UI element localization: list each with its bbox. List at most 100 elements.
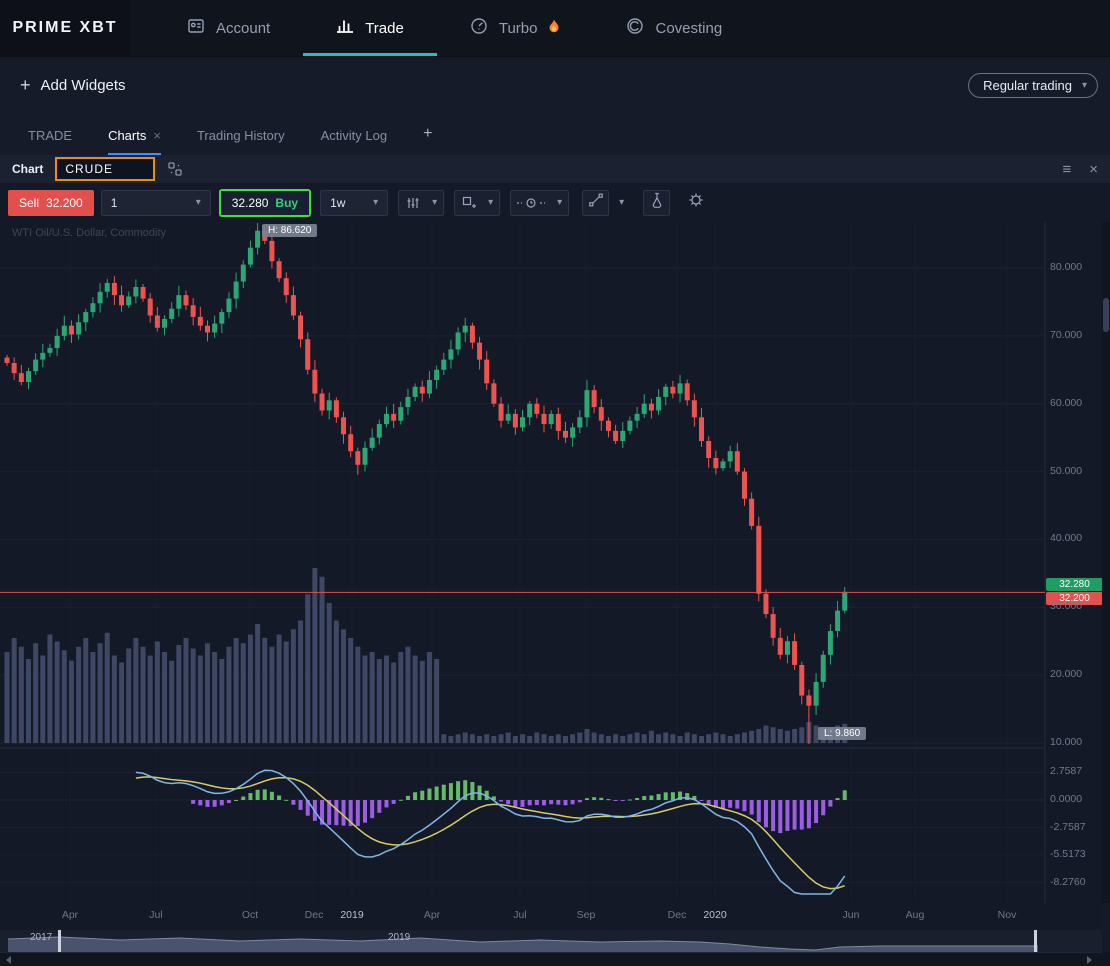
panel-title: Chart <box>12 162 44 176</box>
macd-line <box>135 769 846 895</box>
vertical-scrollbar[interactable] <box>1102 222 1110 903</box>
tab-label: TRADE <box>28 128 73 143</box>
horizontal-scrollbar[interactable] <box>0 952 1102 966</box>
indicators-dropdown[interactable]: ▾ <box>398 189 445 216</box>
turbo-icon <box>470 17 488 39</box>
gear-icon <box>688 192 704 213</box>
quantity-value: 1 <box>110 195 118 210</box>
tab-label: Activity Log <box>320 128 388 143</box>
volume-layer <box>4 568 848 743</box>
chevron-down-icon: ▾ <box>557 197 563 208</box>
buy-price: 32.280 <box>231 195 269 210</box>
x-axis-label: Nov <box>997 909 1017 921</box>
chevron-down-icon: ▾ <box>488 197 494 208</box>
navigator-left-handle[interactable] <box>58 930 61 952</box>
nav-item-label: Account <box>216 19 271 37</box>
tab-label: Charts <box>108 128 147 143</box>
covesting-icon <box>626 17 644 39</box>
flame-icon <box>548 19 560 38</box>
timeframe-value: 1w <box>330 195 346 210</box>
workspace-tabs: TRADE Charts × Trading History Activity … <box>0 113 1110 155</box>
x-axis-label: 2020 <box>703 909 727 921</box>
nav-item-label: Turbo <box>498 19 538 37</box>
x-axis-label: Dec <box>304 909 324 921</box>
x-axis-label: Jul <box>149 909 163 921</box>
primexbt-app: PRIME XBT Account Trade Turbo Covesting … <box>0 0 1110 966</box>
scroll-left-icon[interactable] <box>6 956 11 964</box>
chart-style-dropdown[interactable]: ▾ <box>454 189 501 216</box>
scrollbar-corner <box>1102 952 1110 966</box>
chevron-down-icon: ▾ <box>432 197 438 208</box>
buy-button[interactable]: 32.280 Buy <box>220 190 310 215</box>
add-widgets-label: Add Widgets <box>40 76 126 94</box>
nav-items: Account Trade Turbo Covesting <box>154 0 755 56</box>
alembic-icon <box>649 192 665 213</box>
range-navigator[interactable]: 2017 2019 <box>0 930 1102 952</box>
chart-panel-header: Chart ≡ × <box>0 155 1110 183</box>
drawing-tools-button[interactable] <box>582 189 610 216</box>
tab-trading-history[interactable]: Trading History <box>197 128 285 155</box>
scroll-right-icon[interactable] <box>1087 956 1092 964</box>
drawing-tools-dropdown[interactable]: ▾ <box>613 190 630 216</box>
close-icon[interactable]: × <box>1089 162 1098 177</box>
trading-mode-select[interactable]: Regular trading ▾ <box>968 72 1098 98</box>
top-nav: PRIME XBT Account Trade Turbo Covesting <box>0 0 1110 57</box>
widgets-row: + Add Widgets Regular trading ▾ <box>0 57 1110 113</box>
trade-icon <box>336 17 354 39</box>
buy-label: Buy <box>275 195 299 210</box>
tab-trade[interactable]: TRADE <box>28 128 72 155</box>
symbol-input-highlight <box>55 157 156 181</box>
nav-item-trade[interactable]: Trade <box>303 0 437 56</box>
nav-item-turbo[interactable]: Turbo <box>437 0 594 56</box>
menu-icon[interactable]: ≡ <box>1062 162 1071 177</box>
primexbt-logo[interactable]: PRIME XBT <box>0 0 130 56</box>
symbol-link-icon[interactable] <box>167 161 183 177</box>
panel-header-actions: ≡ × <box>1062 162 1098 177</box>
tab-label: Trading History <box>196 128 285 143</box>
quantity-select[interactable]: 1 ▾ <box>100 189 211 216</box>
vertical-scroll-thumb[interactable] <box>1103 298 1109 332</box>
account-icon <box>187 17 205 39</box>
x-axis-label: Sep <box>576 909 596 921</box>
navigator-year-label: 2019 <box>388 932 411 943</box>
add-widgets-button[interactable]: + Add Widgets <box>20 75 126 96</box>
chevron-down-icon: ▾ <box>195 197 201 208</box>
x-axis-label: Apr <box>423 909 441 921</box>
alerts-button[interactable] <box>643 189 671 216</box>
countdown-dropdown[interactable]: ▾ <box>510 189 570 216</box>
x-axis-label: Apr <box>61 909 79 921</box>
nav-item-label: Trade <box>365 19 404 37</box>
close-icon[interactable]: × <box>153 128 161 143</box>
tab-activity-log[interactable]: Activity Log <box>321 128 387 155</box>
trend-line-icon <box>588 192 604 213</box>
plus-icon: + <box>20 74 31 95</box>
nav-item-label: Covesting <box>655 19 723 37</box>
timeframe-select[interactable]: 1w ▾ <box>320 189 389 216</box>
add-tab-button[interactable]: + <box>423 125 432 155</box>
nav-item-account[interactable]: Account <box>154 0 303 56</box>
settings-button[interactable] <box>682 190 709 216</box>
symbol-input[interactable] <box>57 159 154 179</box>
chart-style-icon <box>455 195 482 211</box>
sell-button[interactable]: Sell 32.200 <box>8 189 94 216</box>
x-axis-label: Dec <box>667 909 687 921</box>
x-axis-label: Aug <box>905 909 925 921</box>
indicators-icon <box>399 195 426 211</box>
x-axis-label: 2019 <box>340 909 364 921</box>
buy-button-highlight: 32.280 Buy <box>218 188 312 217</box>
nav-item-covesting[interactable]: Covesting <box>593 0 755 56</box>
navigator-right-handle[interactable] <box>1034 930 1037 952</box>
candlestick-chart[interactable] <box>0 222 1102 903</box>
x-axis-label: Jul <box>513 909 527 921</box>
chevron-down-icon: ▾ <box>619 197 625 208</box>
tab-charts[interactable]: Charts × <box>108 128 161 155</box>
sell-price: 32.200 <box>46 195 83 210</box>
chevron-down-icon: ▾ <box>373 197 379 208</box>
x-axis[interactable]: Apr Jul Oct Dec 2019 Apr Jul Sep Dec 2020 Jun Aug No… <box>0 903 1102 930</box>
chevron-down-icon: ▾ <box>1081 79 1087 91</box>
navigator-year-label: 2017 <box>30 932 53 943</box>
x-axis-label: Jun <box>842 909 860 921</box>
countdown-icon <box>511 195 551 211</box>
x-axis-label: Oct <box>241 909 259 921</box>
trading-mode-value: Regular trading <box>983 77 1072 93</box>
